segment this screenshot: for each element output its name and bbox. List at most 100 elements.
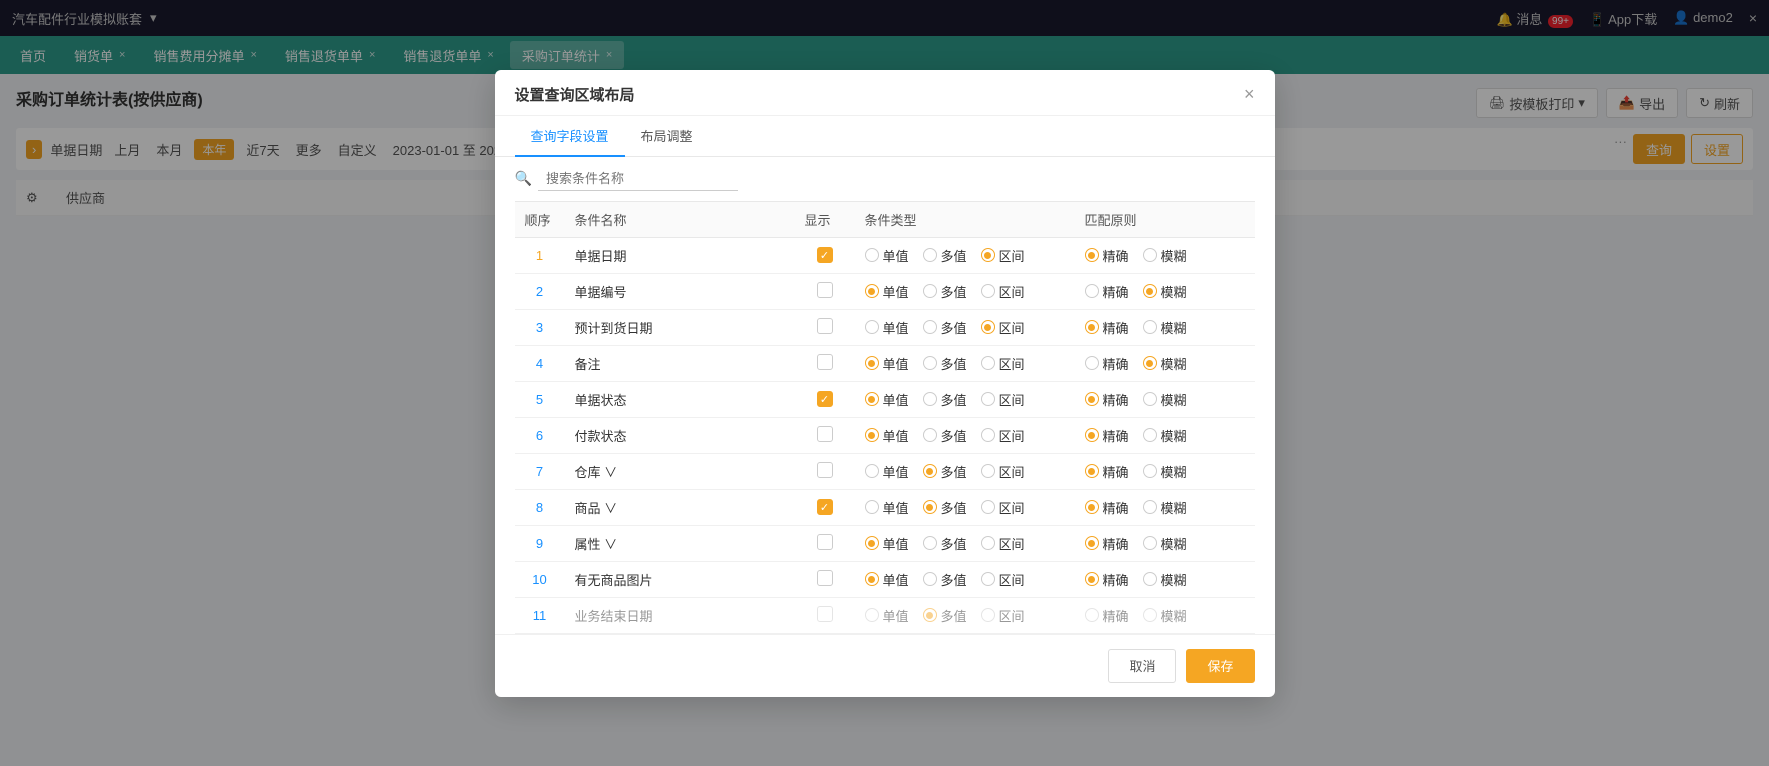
type-radio-单值[interactable]: 单值 bbox=[865, 498, 909, 517]
type-radio-单值[interactable]: 单值 bbox=[865, 354, 909, 373]
match-radio-精确[interactable]: 精确 bbox=[1085, 462, 1129, 481]
match-radio-模糊[interactable]: 模糊 bbox=[1143, 534, 1187, 553]
match-radio-模糊[interactable]: 模糊 bbox=[1143, 390, 1187, 409]
type-radio-单值[interactable]: 单值 bbox=[865, 426, 909, 445]
type-radio-多值[interactable]: 多值 bbox=[923, 246, 967, 265]
display-checkbox[interactable] bbox=[817, 247, 833, 263]
type-radio-单值[interactable]: 单值 bbox=[865, 534, 909, 553]
tab-layout-adjust[interactable]: 布局调整 bbox=[625, 116, 709, 157]
radio-circle bbox=[923, 320, 937, 334]
match-radio-模糊[interactable]: 模糊 bbox=[1143, 354, 1187, 373]
type-radio-区间[interactable]: 区间 bbox=[981, 534, 1025, 553]
radio-circle bbox=[923, 536, 937, 550]
match-radio-精确[interactable]: 精确 bbox=[1085, 498, 1129, 517]
row-display-cell[interactable] bbox=[795, 453, 855, 489]
modal-footer: 取消 保存 bbox=[495, 634, 1275, 697]
radio-label: 多值 bbox=[941, 246, 967, 265]
match-radio-模糊[interactable]: 模糊 bbox=[1143, 462, 1187, 481]
display-checkbox[interactable] bbox=[817, 462, 833, 478]
modal-close-button[interactable]: × bbox=[1244, 85, 1255, 103]
tab-field-settings[interactable]: 查询字段设置 bbox=[515, 116, 625, 157]
display-checkbox[interactable] bbox=[817, 499, 833, 515]
type-radio-区间[interactable]: 区间 bbox=[981, 390, 1025, 409]
match-radio-模糊[interactable]: 模糊 bbox=[1143, 426, 1187, 445]
display-checkbox[interactable] bbox=[817, 282, 833, 298]
type-radio-多值[interactable]: 多值 bbox=[923, 354, 967, 373]
match-radio-精确[interactable]: 精确 bbox=[1085, 246, 1129, 265]
type-radio-单值[interactable]: 单值 bbox=[865, 390, 909, 409]
match-radio-模糊[interactable]: 模糊 bbox=[1143, 606, 1187, 625]
row-match-cell: 精确模糊 bbox=[1075, 525, 1255, 561]
row-display-cell[interactable] bbox=[795, 417, 855, 453]
row-display-cell[interactable] bbox=[795, 309, 855, 345]
type-radio-区间[interactable]: 区间 bbox=[981, 570, 1025, 589]
type-radio-多值[interactable]: 多值 bbox=[923, 570, 967, 589]
type-radio-区间[interactable]: 区间 bbox=[981, 498, 1025, 517]
radio-label: 模糊 bbox=[1161, 354, 1187, 373]
row-display-cell[interactable] bbox=[795, 489, 855, 525]
row-display-cell[interactable] bbox=[795, 345, 855, 381]
match-radio-精确[interactable]: 精确 bbox=[1085, 426, 1129, 445]
type-radio-多值[interactable]: 多值 bbox=[923, 462, 967, 481]
radio-circle bbox=[923, 608, 937, 622]
row-display-cell[interactable] bbox=[795, 561, 855, 597]
type-radio-单值[interactable]: 单值 bbox=[865, 246, 909, 265]
type-radio-多值[interactable]: 多值 bbox=[923, 426, 967, 445]
match-radio-精确[interactable]: 精确 bbox=[1085, 354, 1129, 373]
type-radio-区间[interactable]: 区间 bbox=[981, 606, 1025, 625]
display-checkbox[interactable] bbox=[817, 534, 833, 550]
match-radio-精确[interactable]: 精确 bbox=[1085, 282, 1129, 301]
radio-label: 精确 bbox=[1103, 534, 1129, 553]
match-radio-精确[interactable]: 精确 bbox=[1085, 390, 1129, 409]
display-checkbox[interactable] bbox=[817, 426, 833, 442]
radio-label: 区间 bbox=[999, 246, 1025, 265]
type-radio-单值[interactable]: 单值 bbox=[865, 606, 909, 625]
row-name: 单据编号 bbox=[565, 273, 795, 309]
display-checkbox[interactable] bbox=[817, 606, 833, 622]
display-checkbox[interactable] bbox=[817, 391, 833, 407]
type-radio-区间[interactable]: 区间 bbox=[981, 282, 1025, 301]
match-radio-模糊[interactable]: 模糊 bbox=[1143, 246, 1187, 265]
type-radio-区间[interactable]: 区间 bbox=[981, 318, 1025, 337]
save-button[interactable]: 保存 bbox=[1186, 649, 1254, 683]
match-radio-精确[interactable]: 精确 bbox=[1085, 606, 1129, 625]
match-radio-模糊[interactable]: 模糊 bbox=[1143, 498, 1187, 517]
type-radio-区间[interactable]: 区间 bbox=[981, 354, 1025, 373]
type-radio-单值[interactable]: 单值 bbox=[865, 282, 909, 301]
match-radio-模糊[interactable]: 模糊 bbox=[1143, 282, 1187, 301]
search-input[interactable] bbox=[538, 167, 738, 191]
row-display-cell[interactable] bbox=[795, 237, 855, 273]
radio-label: 模糊 bbox=[1161, 282, 1187, 301]
type-radio-多值[interactable]: 多值 bbox=[923, 390, 967, 409]
match-radio-精确[interactable]: 精确 bbox=[1085, 318, 1129, 337]
type-radio-多值[interactable]: 多值 bbox=[923, 498, 967, 517]
row-display-cell[interactable] bbox=[795, 525, 855, 561]
display-checkbox[interactable] bbox=[817, 570, 833, 586]
display-checkbox[interactable] bbox=[817, 354, 833, 370]
type-radio-单值[interactable]: 单值 bbox=[865, 462, 909, 481]
type-radio-区间[interactable]: 区间 bbox=[981, 426, 1025, 445]
row-display-cell[interactable] bbox=[795, 273, 855, 309]
type-radio-区间[interactable]: 区间 bbox=[981, 462, 1025, 481]
radio-label: 单值 bbox=[883, 426, 909, 445]
match-radio-精确[interactable]: 精确 bbox=[1085, 534, 1129, 553]
type-radio-多值[interactable]: 多值 bbox=[923, 534, 967, 553]
type-radio-多值[interactable]: 多值 bbox=[923, 606, 967, 625]
radio-label: 区间 bbox=[999, 606, 1025, 625]
type-radio-多值[interactable]: 多值 bbox=[923, 282, 967, 301]
type-radio-单值[interactable]: 单值 bbox=[865, 570, 909, 589]
row-display-cell[interactable] bbox=[795, 597, 855, 633]
row-name: 付款状态 bbox=[565, 417, 795, 453]
cancel-button[interactable]: 取消 bbox=[1108, 649, 1176, 683]
type-radio-多值[interactable]: 多值 bbox=[923, 318, 967, 337]
row-display-cell[interactable] bbox=[795, 381, 855, 417]
match-radio-模糊[interactable]: 模糊 bbox=[1143, 570, 1187, 589]
header-name: 条件名称 bbox=[565, 201, 795, 237]
match-radio-精确[interactable]: 精确 bbox=[1085, 570, 1129, 589]
row-match-cell: 精确 模糊 bbox=[1075, 345, 1255, 381]
type-radio-单值[interactable]: 单值 bbox=[865, 318, 909, 337]
display-checkbox[interactable] bbox=[817, 318, 833, 334]
type-radio-区间[interactable]: 区间 bbox=[981, 246, 1025, 265]
radio-label: 精确 bbox=[1103, 318, 1129, 337]
match-radio-模糊[interactable]: 模糊 bbox=[1143, 318, 1187, 337]
